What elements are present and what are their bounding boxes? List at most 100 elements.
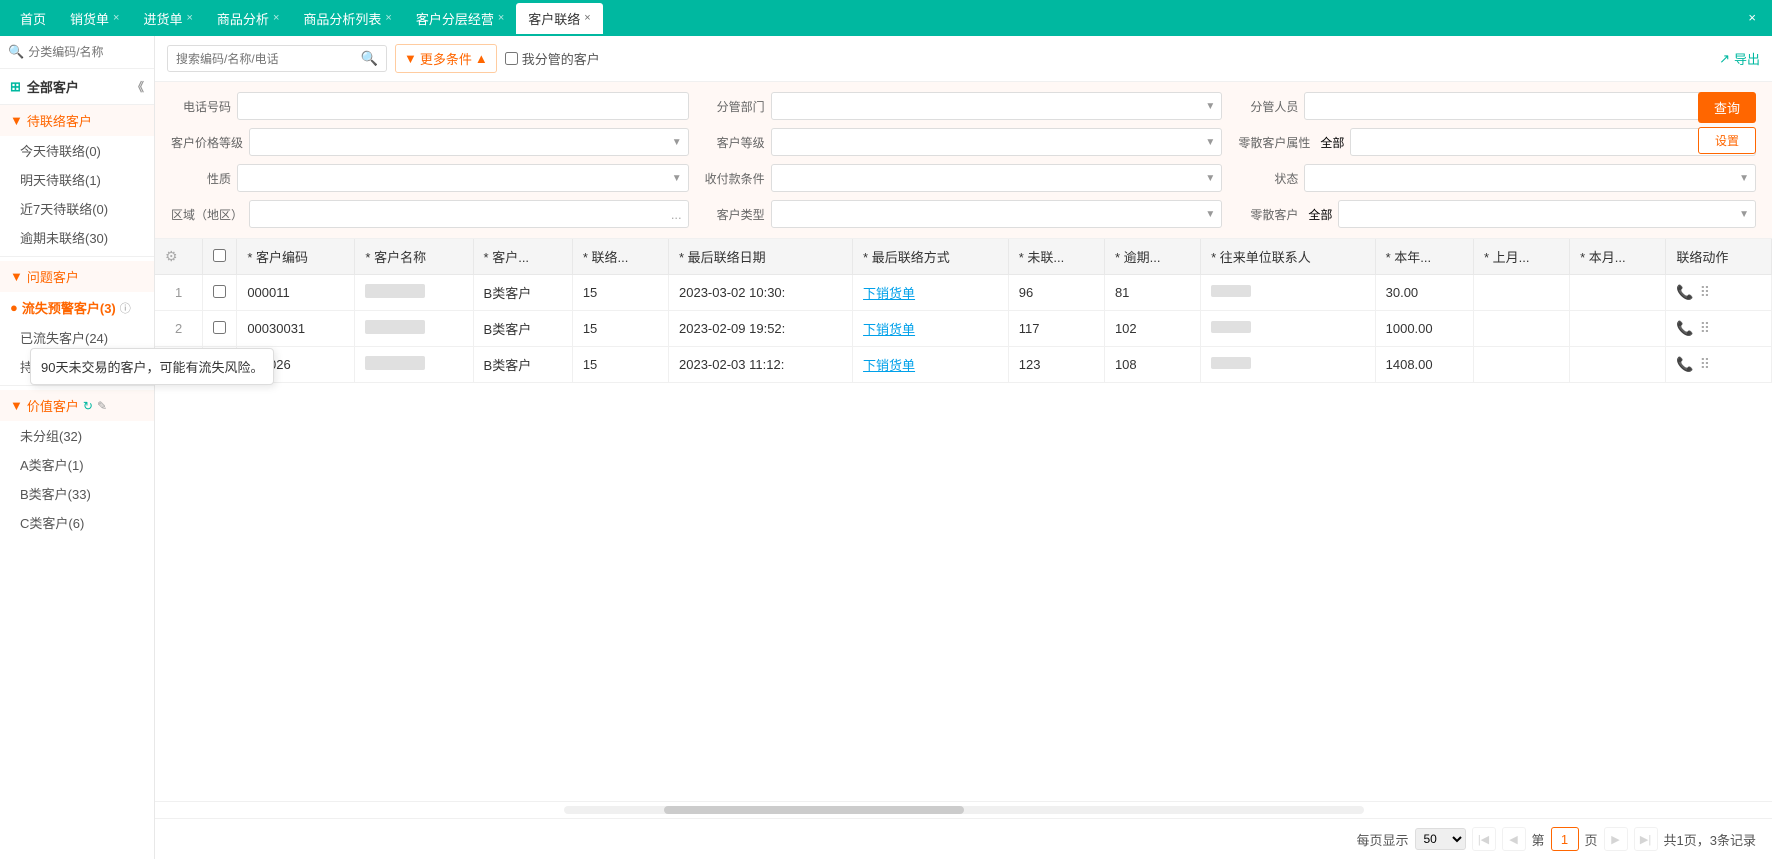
payment-label: 收付款条件	[705, 170, 765, 187]
nav-tab-analysis[interactable]: 商品分析 ×	[205, 3, 291, 34]
th-uncontacted[interactable]: * 未联...	[1008, 239, 1104, 275]
my-customers-checkbox[interactable]	[505, 52, 518, 65]
nature-select[interactable]: ▼	[237, 164, 689, 192]
churn-warning-info-icon: ⓘ	[120, 300, 131, 316]
h-scrollbar-thumb[interactable]	[664, 806, 964, 814]
th-contact-person[interactable]: * 往来单位联系人	[1201, 239, 1376, 275]
first-page-btn[interactable]: |◀	[1472, 827, 1496, 851]
more-conditions-btn[interactable]: ▼ 更多条件 ▲	[395, 44, 497, 73]
search-input[interactable]	[176, 52, 361, 66]
th-settings[interactable]: ⚙	[155, 239, 203, 275]
staff-select[interactable]: ...	[1304, 92, 1756, 120]
nav-tab-sales[interactable]: 销货单 ×	[58, 3, 131, 34]
sidebar-group-churn-warning[interactable]: ● 流失预警客户(3) ⓘ	[0, 292, 154, 323]
collapse-btn[interactable]: 《	[132, 78, 144, 95]
row-code-1: 000011	[237, 275, 355, 311]
zero-attr-select[interactable]: ▼	[1350, 128, 1756, 156]
nav-home[interactable]: 首页	[8, 3, 58, 34]
price-level-arrow: ▼	[672, 137, 682, 148]
customer-level-select[interactable]: ▼	[771, 128, 1223, 156]
th-checkbox[interactable]	[203, 239, 237, 275]
per-page-label: 每页显示	[1356, 830, 1408, 849]
price-level-select[interactable]: ▼	[249, 128, 689, 156]
th-overdue[interactable]: * 逾期...	[1104, 239, 1200, 275]
close-customer-layer-tab[interactable]: ×	[498, 12, 504, 24]
prev-page-btn[interactable]: ◀	[1502, 827, 1526, 851]
close-analysis-list-tab[interactable]: ×	[385, 12, 391, 24]
th-last-contact-method[interactable]: * 最后联络方式	[853, 239, 1009, 275]
sidebar-item-ungrouped[interactable]: 未分组(32)	[0, 421, 154, 450]
th-name[interactable]: * 客户名称	[355, 239, 473, 275]
th-this-year[interactable]: * 本年...	[1375, 239, 1473, 275]
sidebar-group-value[interactable]: ▼ 价值客户 ↻ ✎	[0, 390, 154, 421]
zero-customer-value: 全部	[1308, 206, 1332, 223]
region-dots[interactable]: ...	[671, 207, 682, 222]
close-all-btn[interactable]: ×	[1740, 9, 1764, 27]
th-customer-type[interactable]: * 客户...	[473, 239, 572, 275]
nature-arrow: ▼	[672, 173, 682, 184]
my-customers-check[interactable]: 我分管的客户	[505, 49, 600, 68]
value-edit-icon[interactable]: ✎	[97, 399, 107, 413]
settings-gear-icon[interactable]: ⚙	[165, 248, 178, 264]
customer-type-select[interactable]: ▼	[771, 200, 1223, 228]
settings-btn[interactable]: 设置	[1698, 127, 1756, 154]
per-page-select[interactable]: 50 100	[1415, 828, 1466, 850]
sidebar-item-c-class[interactable]: C类客户(6)	[0, 508, 154, 537]
close-sales-tab[interactable]: ×	[113, 12, 119, 24]
sidebar-item-tomorrow-pending[interactable]: 明天待联络(1)	[0, 165, 154, 194]
th-last-contact-date[interactable]: * 最后联络日期	[669, 239, 853, 275]
row-last-contact-method-3[interactable]: 下销货单	[853, 347, 1009, 383]
sidebar-group-pending[interactable]: ▼ 待联络客户	[0, 105, 154, 136]
nav-tab-customer-layer[interactable]: 客户分层经营 ×	[404, 3, 516, 34]
filter-row-zero-attr: 零散客户属性 全部 ▼	[1238, 128, 1756, 156]
dept-select[interactable]: ▼	[771, 92, 1223, 120]
action-phone-icon-3[interactable]: 📞	[1676, 356, 1693, 373]
row-last-month-2	[1473, 311, 1569, 347]
region-select[interactable]: ...	[249, 200, 689, 228]
nav-tab-analysis-list[interactable]: 商品分析列表 ×	[291, 3, 403, 34]
action-phone-icon-2[interactable]: 📞	[1676, 320, 1693, 337]
sidebar-group-problem[interactable]: ▼ 问题客户	[0, 261, 154, 292]
query-btn[interactable]: 查询	[1698, 92, 1756, 123]
filter-row-price-level: 客户价格等级 ▼	[171, 128, 689, 156]
status-select[interactable]: ▼	[1304, 164, 1756, 192]
th-this-month[interactable]: * 本月...	[1570, 239, 1666, 275]
sidebar-all-customers[interactable]: ⊞ 全部客户 《	[0, 69, 154, 105]
row-last-contact-method-2[interactable]: 下销货单	[853, 311, 1009, 347]
row-last-contact-method-1[interactable]: 下销货单	[853, 275, 1009, 311]
last-page-btn[interactable]: ▶|	[1634, 827, 1658, 851]
export-btn[interactable]: ↗ 导出	[1719, 49, 1760, 68]
sidebar-item-overdue-pending[interactable]: 逾期未联络(30)	[0, 223, 154, 252]
th-code[interactable]: * 客户编码	[237, 239, 355, 275]
h-scrollbar[interactable]	[564, 806, 1364, 814]
sidebar-item-a-class[interactable]: A类客户(1)	[0, 450, 154, 479]
sidebar-search-input[interactable]	[28, 45, 146, 59]
close-purchase-tab[interactable]: ×	[186, 12, 192, 24]
row-checkbox-1[interactable]	[203, 275, 237, 311]
select-all-checkbox[interactable]	[213, 249, 226, 262]
zero-customer-select[interactable]: ▼	[1338, 200, 1756, 228]
nav-tab-customer-contact[interactable]: 客户联络 ×	[516, 3, 602, 34]
th-contact[interactable]: * 联络...	[572, 239, 668, 275]
phone-input[interactable]	[237, 92, 689, 120]
th-last-month[interactable]: * 上月...	[1473, 239, 1569, 275]
sidebar-item-b-class[interactable]: B类客户(33)	[0, 479, 154, 508]
th-this-month-label: * 本月...	[1580, 250, 1626, 265]
search-icon-btn[interactable]: 🔍	[361, 50, 378, 67]
value-refresh-icon[interactable]: ↻	[83, 399, 93, 413]
action-more-icon-3[interactable]: ⠿	[1700, 356, 1710, 373]
next-page-btn[interactable]: ▶	[1604, 827, 1628, 851]
sidebar-item-today-pending[interactable]: 今天待联络(0)	[0, 136, 154, 165]
close-analysis-tab[interactable]: ×	[273, 12, 279, 24]
row-checkbox-2[interactable]	[203, 311, 237, 347]
row-contact-2: 15	[572, 311, 668, 347]
action-more-icon-2[interactable]: ⠿	[1700, 320, 1710, 337]
table-row: 1 000011 B类客户 15 2023-03-02 10:30: 下销货单 …	[155, 275, 1772, 311]
nav-tab-purchase[interactable]: 进货单 ×	[131, 3, 204, 34]
row-this-month-1	[1570, 275, 1666, 311]
payment-select[interactable]: ▼	[771, 164, 1223, 192]
close-customer-contact-tab[interactable]: ×	[584, 12, 590, 24]
sidebar-item-week-pending[interactable]: 近7天待联络(0)	[0, 194, 154, 223]
action-more-icon-1[interactable]: ⠿	[1700, 284, 1710, 301]
action-phone-icon-1[interactable]: 📞	[1676, 284, 1693, 301]
